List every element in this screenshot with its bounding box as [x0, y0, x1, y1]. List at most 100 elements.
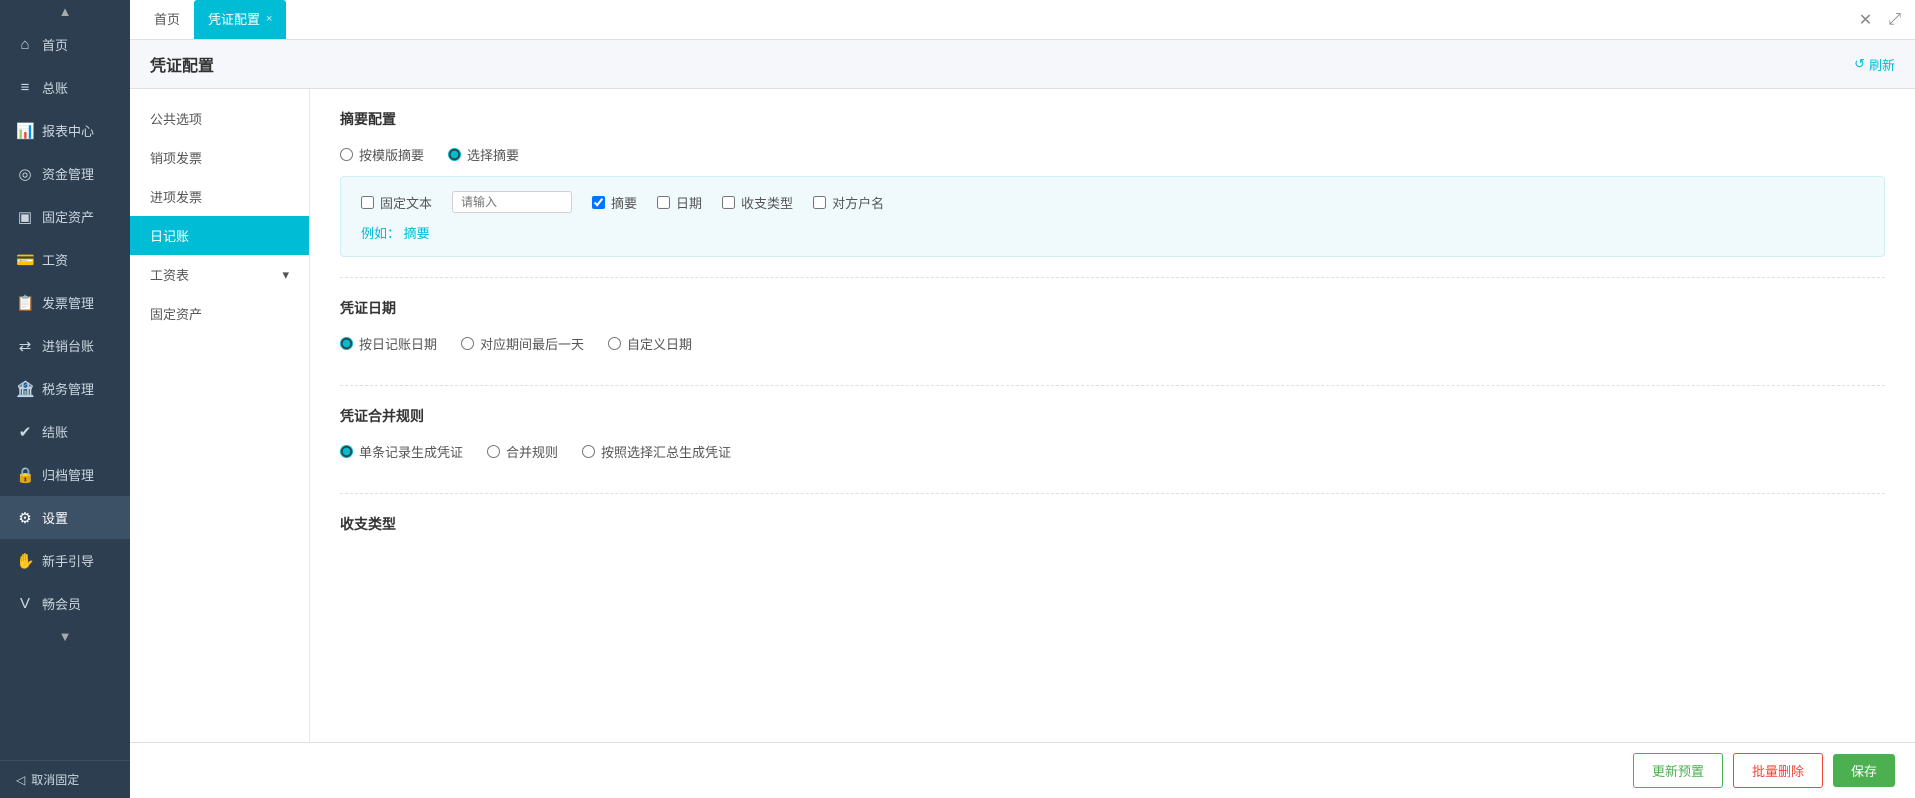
radio-merge-rule-input[interactable]: [487, 445, 500, 458]
window-close-button[interactable]: ✕: [1855, 8, 1876, 32]
radio-select-summary-input[interactable]: [448, 148, 461, 161]
checkbox-counterpart-input[interactable]: [813, 196, 826, 209]
income-type-section: 收支类型: [340, 514, 1885, 570]
sidebar-item-payroll[interactable]: 💳 工资: [0, 238, 130, 281]
refresh-button[interactable]: ↺ 刷新: [1854, 55, 1895, 74]
radio-last-day[interactable]: 对应期间最后一天: [461, 334, 584, 353]
summary-config-section: 摘要配置 按模版摘要 选择摘要 固定文本: [340, 109, 1885, 278]
settlement-icon: ✔: [16, 423, 34, 441]
merge-rules-section: 凭证合并规则 单条记录生成凭证 合并规则 按照选择汇总生成凭证: [340, 406, 1885, 494]
tab-bar-actions: ✕ ⤢: [1855, 8, 1905, 32]
sidebar-item-ledger[interactable]: ≡ 总账: [0, 66, 130, 109]
left-nav-public-label: 公共选项: [150, 109, 202, 128]
refresh-label: 刷新: [1869, 55, 1895, 74]
page-header: 凭证配置 ↺ 刷新: [130, 40, 1915, 89]
summary-example: 例如： 摘要: [361, 223, 1864, 242]
left-nav-sales-label: 销项发票: [150, 148, 202, 167]
sidebar-item-purchasesales[interactable]: ⇄ 进销台账: [0, 324, 130, 367]
sidebar-item-guide[interactable]: ✋ 新手引导: [0, 539, 130, 582]
sidebar-item-label: 固定资产: [42, 207, 94, 226]
page-title: 凭证配置: [150, 52, 214, 76]
radio-last-day-input[interactable]: [461, 337, 474, 350]
fixed-text-input[interactable]: [452, 191, 572, 213]
sidebar-item-reports[interactable]: 📊 报表中心: [0, 109, 130, 152]
radio-custom-date-input[interactable]: [608, 337, 621, 350]
sidebar-item-label: 设置: [42, 508, 68, 527]
checkbox-summary-input[interactable]: [592, 196, 605, 209]
left-nav: 公共选项 销项发票 进项发票 日记账 工资表 ▾ 固定资产: [130, 89, 310, 742]
sidebar-item-settlement[interactable]: ✔ 结账: [0, 410, 130, 453]
sidebar-item-home[interactable]: ⌂ 首页: [0, 23, 130, 66]
sidebar-scroll-up[interactable]: ▲: [0, 0, 130, 23]
sidebar-item-assets[interactable]: ▣ 固定资产: [0, 195, 130, 238]
left-nav-sales-invoice[interactable]: 销项发票: [130, 138, 309, 177]
ledger-icon: ≡: [16, 79, 34, 96]
funds-icon: ◎: [16, 165, 34, 183]
tab-active-label: 凭证配置: [208, 9, 260, 28]
window-restore-button[interactable]: ⤢: [1884, 9, 1905, 31]
tab-home[interactable]: 首页: [140, 0, 194, 39]
income-type-title: 收支类型: [340, 514, 1885, 534]
sidebar-item-label: 新手引导: [42, 551, 94, 570]
tab-voucher-config[interactable]: 凭证配置 ×: [194, 0, 286, 39]
left-nav-purchase-invoice[interactable]: 进项发票: [130, 177, 309, 216]
radio-journal-date[interactable]: 按日记账日期: [340, 334, 437, 353]
radio-journal-date-input[interactable]: [340, 337, 353, 350]
left-nav-public[interactable]: 公共选项: [130, 99, 309, 138]
checkbox-fixed-text[interactable]: 固定文本: [361, 193, 432, 212]
sidebar-item-settings[interactable]: ⚙ 设置: [0, 496, 130, 539]
sidebar-item-label: 资金管理: [42, 164, 94, 183]
sidebar-item-label: 首页: [42, 35, 68, 54]
checkbox-summary[interactable]: 摘要: [592, 193, 637, 212]
sidebar-item-member[interactable]: V 畅会员: [0, 582, 130, 625]
sidebar-item-label: 结账: [42, 422, 68, 441]
radio-single-record-input[interactable]: [340, 445, 353, 458]
left-nav-payroll-table[interactable]: 工资表 ▾: [130, 255, 309, 294]
radio-select-merge-input[interactable]: [582, 445, 595, 458]
left-nav-journal[interactable]: 日记账: [130, 216, 309, 255]
radio-merge-rule[interactable]: 合并规则: [487, 442, 558, 461]
save-button[interactable]: 保存: [1833, 754, 1895, 787]
radio-last-day-label: 对应期间最后一天: [480, 334, 584, 353]
sidebar-item-tax[interactable]: 🏦 税务管理: [0, 367, 130, 410]
checkbox-counterpart[interactable]: 对方户名: [813, 193, 884, 212]
radio-journal-date-label: 按日记账日期: [359, 334, 437, 353]
sidebar-item-archive[interactable]: 🔒 归档管理: [0, 453, 130, 496]
payroll-icon: 💳: [16, 251, 34, 269]
left-nav-fixed-assets[interactable]: 固定资产: [130, 294, 309, 333]
checkbox-date[interactable]: 日期: [657, 193, 702, 212]
unpin-button[interactable]: ◁ 取消固定: [0, 761, 130, 798]
checkbox-income-type-input[interactable]: [722, 196, 735, 209]
content-area: 公共选项 销项发票 进项发票 日记账 工资表 ▾ 固定资产 摘要配置: [130, 89, 1915, 742]
radio-custom-date[interactable]: 自定义日期: [608, 334, 692, 353]
radio-template-label: 按模版摘要: [359, 145, 424, 164]
sidebar-scroll-down[interactable]: ▼: [0, 625, 130, 648]
tab-close-icon[interactable]: ×: [266, 13, 272, 25]
radio-select-merge[interactable]: 按照选择汇总生成凭证: [582, 442, 731, 461]
radio-template-summary-input[interactable]: [340, 148, 353, 161]
batch-delete-button[interactable]: 批量删除: [1733, 753, 1823, 788]
merge-rules-radio-group: 单条记录生成凭证 合并规则 按照选择汇总生成凭证: [340, 442, 1885, 461]
unpin-label: 取消固定: [31, 771, 79, 788]
radio-template-summary[interactable]: 按模版摘要: [340, 145, 424, 164]
settings-icon: ⚙: [16, 509, 34, 527]
update-preview-button[interactable]: 更新预置: [1633, 753, 1723, 788]
radio-single-record[interactable]: 单条记录生成凭证: [340, 442, 463, 461]
sidebar-item-label: 报表中心: [42, 121, 94, 140]
example-value: 摘要: [404, 226, 430, 241]
sidebar-item-label: 归档管理: [42, 465, 94, 484]
radio-select-summary[interactable]: 选择摘要: [448, 145, 519, 164]
radio-select-label: 选择摘要: [467, 145, 519, 164]
sidebar-item-invoice[interactable]: 📋 发票管理: [0, 281, 130, 324]
checkbox-income-type[interactable]: 收支类型: [722, 193, 793, 212]
sidebar-item-label: 畅会员: [42, 594, 81, 613]
sidebar-item-funds[interactable]: ◎ 资金管理: [0, 152, 130, 195]
home-icon: ⌂: [16, 36, 34, 53]
tab-home-label: 首页: [154, 9, 180, 28]
checkbox-fixed-text-input[interactable]: [361, 196, 374, 209]
checkbox-date-input[interactable]: [657, 196, 670, 209]
archive-icon: 🔒: [16, 466, 34, 484]
unpin-icon: ◁: [16, 773, 25, 787]
summary-section-title: 摘要配置: [340, 109, 1885, 129]
main-area: 首页 凭证配置 × ✕ ⤢ 凭证配置 ↺ 刷新 公共选项 销项发票 进项: [130, 0, 1915, 798]
